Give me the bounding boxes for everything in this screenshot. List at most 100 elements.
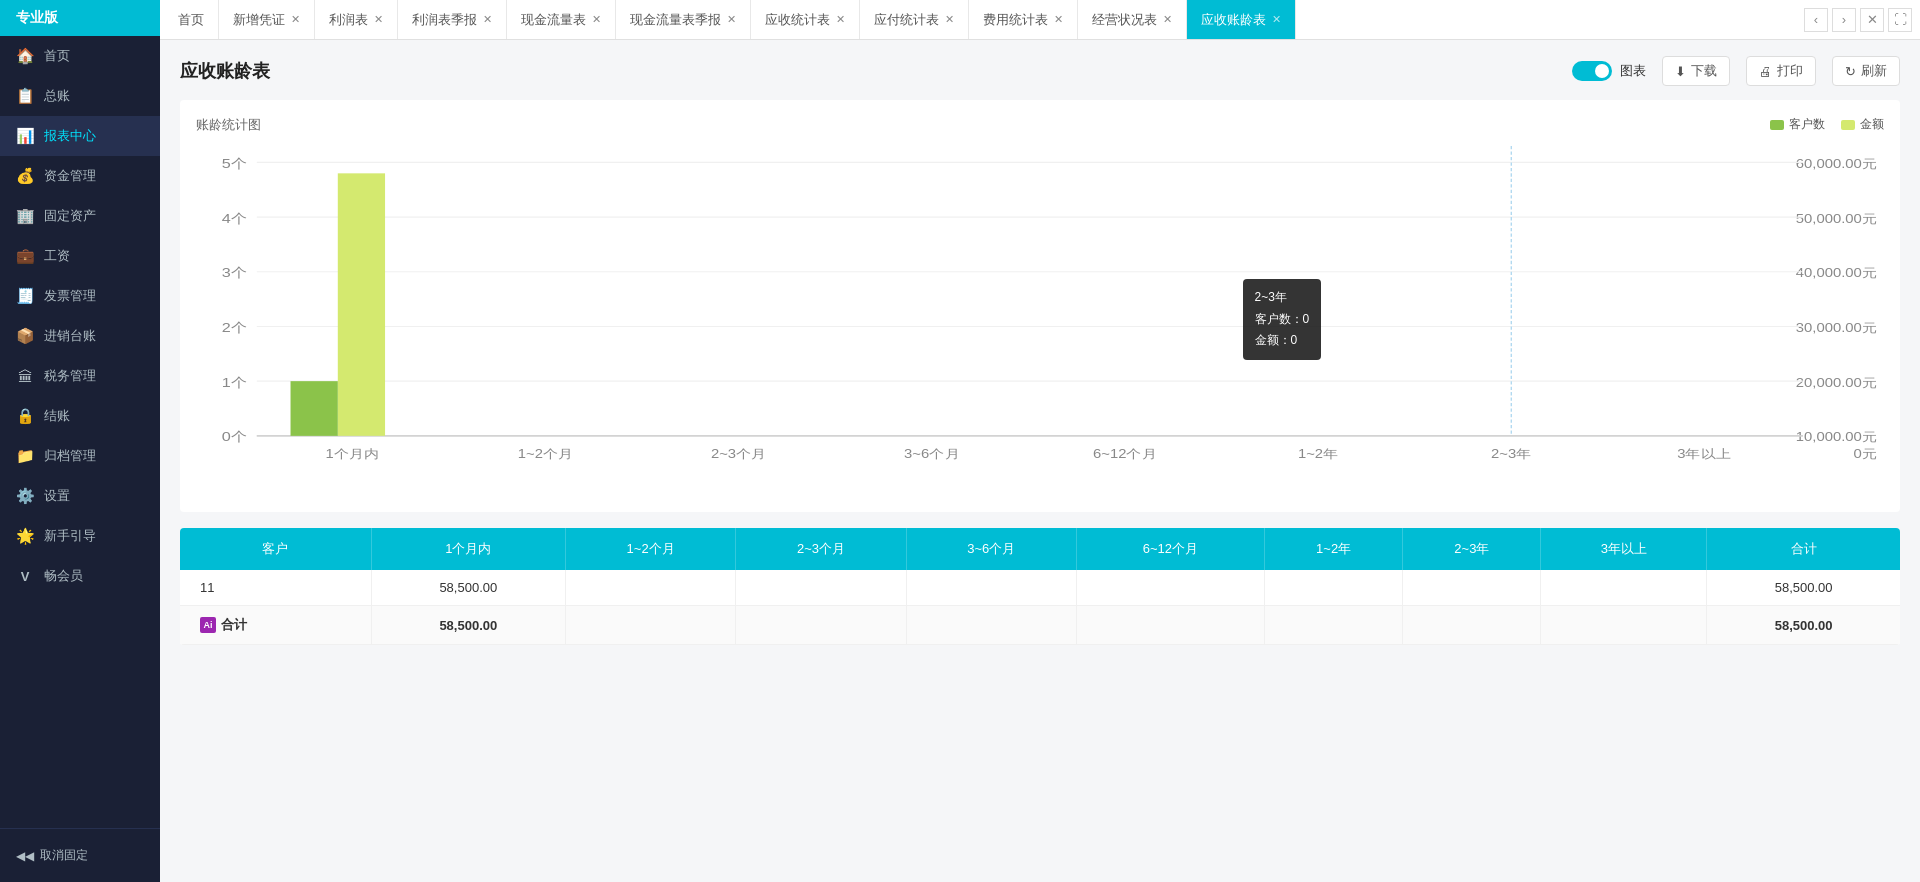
svg-text:40,000.00元: 40,000.00元 (1796, 267, 1877, 280)
sidebar-item-closing[interactable]: 🔒 结账 (0, 396, 160, 436)
refresh-label: 刷新 (1861, 62, 1887, 80)
legend-amount-color (1841, 120, 1855, 130)
sidebar: 专业版 🏠 首页 📋 总账 📊 报表中心 💰 资金管理 🏢 固定资产 💼 工资 … (0, 0, 160, 882)
td-total-m1: 58,500.00 (371, 606, 565, 645)
svg-text:0个: 0个 (222, 430, 247, 444)
sidebar-item-invoice[interactable]: 🧾 发票管理 (0, 276, 160, 316)
bar-customers-1 (291, 381, 338, 436)
sidebar-item-ledger[interactable]: 📋 总账 (0, 76, 160, 116)
svg-text:1~2年: 1~2年 (1298, 447, 1339, 460)
sidebar-collapse-btn[interactable]: ◀◀ 取消固定 (0, 837, 160, 874)
tab-ar-stat-label: 应收统计表 (765, 11, 830, 29)
chart-container: 5个 4个 3个 2个 1个 0个 60,000.00元 50,000.00元 … (196, 146, 1884, 496)
tab-ap-stat[interactable]: 应付统计表 ✕ (860, 0, 969, 40)
tab-cashflow-q[interactable]: 现金流量表季报 ✕ (616, 0, 751, 40)
chart-toggle[interactable] (1572, 61, 1612, 81)
svg-text:5个: 5个 (222, 156, 247, 170)
reports-icon: 📊 (16, 127, 34, 145)
td-m23 (736, 570, 906, 606)
tab-ar-aging[interactable]: 应收账龄表 ✕ (1187, 0, 1296, 40)
refresh-button[interactable]: ↻ 刷新 (1832, 56, 1900, 86)
td-total-m12 (566, 606, 736, 645)
svg-text:2~3个月: 2~3个月 (711, 447, 767, 460)
td-y23 (1403, 570, 1541, 606)
td-total-y3plus (1541, 606, 1707, 645)
chart-svg: 5个 4个 3个 2个 1个 0个 60,000.00元 50,000.00元 … (196, 146, 1884, 496)
header-actions: 图表 ⬇ 下载 🖨 打印 ↻ 刷新 (1572, 56, 1900, 86)
tab-profit-q-close[interactable]: ✕ (483, 13, 492, 26)
th-m12: 1~2个月 (566, 528, 736, 570)
print-button[interactable]: 🖨 打印 (1746, 56, 1816, 86)
tab-biz-status[interactable]: 经营状况表 ✕ (1078, 0, 1187, 40)
total-label: 合计 (221, 616, 247, 634)
chart-legend: 客户数 金额 (1770, 116, 1884, 133)
tab-home[interactable]: 首页 (164, 0, 219, 40)
sidebar-item-label: 首页 (44, 47, 70, 65)
sidebar-item-member[interactable]: V 畅会员 (0, 556, 160, 596)
svg-text:2~3年: 2~3年 (1491, 447, 1532, 460)
th-y3plus: 3年以上 (1541, 528, 1707, 570)
bar-amount-1 (338, 173, 385, 436)
legend-customer-count-color (1770, 120, 1784, 130)
fund-icon: 💰 (16, 167, 34, 185)
download-button[interactable]: ⬇ 下载 (1662, 56, 1730, 86)
svg-text:6~12个月: 6~12个月 (1093, 447, 1157, 460)
sidebar-bottom: ◀◀ 取消固定 (0, 828, 160, 882)
svg-text:0元: 0元 (1854, 447, 1878, 460)
tab-ar-aging-label: 应收账龄表 (1201, 11, 1266, 29)
tab-ar-aging-close[interactable]: ✕ (1272, 13, 1281, 26)
svg-text:60,000.00元: 60,000.00元 (1796, 157, 1877, 170)
svg-text:2个: 2个 (222, 320, 247, 334)
tab-ar-stat-close[interactable]: ✕ (836, 13, 845, 26)
print-icon: 🖨 (1759, 64, 1772, 79)
sidebar-item-salary[interactable]: 💼 工资 (0, 236, 160, 276)
legend-amount: 金额 (1841, 116, 1884, 133)
assets-icon: 🏢 (16, 207, 34, 225)
download-icon: ⬇ (1675, 64, 1686, 79)
tab-profit-q[interactable]: 利润表季报 ✕ (398, 0, 507, 40)
table-header-row: 客户 1个月内 1~2个月 2~3个月 3~6个月 6~12个月 1~2年 2~… (180, 528, 1900, 570)
legend-customer-count-label: 客户数 (1789, 116, 1825, 133)
chart-toggle-label: 图表 (1620, 62, 1646, 80)
td-total-y23 (1403, 606, 1541, 645)
tab-expense-close[interactable]: ✕ (1054, 13, 1063, 26)
tab-biz-status-label: 经营状况表 (1092, 11, 1157, 29)
tab-voucher[interactable]: 新增凭证 ✕ (219, 0, 315, 40)
tab-next-btn[interactable]: › (1832, 8, 1856, 32)
sidebar-item-label: 发票管理 (44, 287, 96, 305)
app-logo: 专业版 (0, 0, 160, 36)
sidebar-item-assets[interactable]: 🏢 固定资产 (0, 196, 160, 236)
tab-biz-status-close[interactable]: ✕ (1163, 13, 1172, 26)
td-m612 (1076, 570, 1264, 606)
tab-close-all-btn[interactable]: ✕ (1860, 8, 1884, 32)
th-customer: 客户 (180, 528, 371, 570)
sidebar-item-guide[interactable]: 🌟 新手引导 (0, 516, 160, 556)
svg-text:1个月内: 1个月内 (325, 447, 379, 460)
tab-expense[interactable]: 费用统计表 ✕ (969, 0, 1078, 40)
svg-text:10,000.00元: 10,000.00元 (1796, 431, 1877, 444)
sidebar-item-sales[interactable]: 📦 进销台账 (0, 316, 160, 356)
tab-profit-close[interactable]: ✕ (374, 13, 383, 26)
tab-ar-stat[interactable]: 应收统计表 ✕ (751, 0, 860, 40)
sidebar-item-fund[interactable]: 💰 资金管理 (0, 156, 160, 196)
td-total-m36 (906, 606, 1076, 645)
sidebar-item-tax[interactable]: 🏛 税务管理 (0, 356, 160, 396)
tab-prev-btn[interactable]: ‹ (1804, 8, 1828, 32)
tab-cashflow[interactable]: 现金流量表 ✕ (507, 0, 616, 40)
th-y23: 2~3年 (1403, 528, 1541, 570)
tab-expand-btn[interactable]: ⛶ (1888, 8, 1912, 32)
th-m36: 3~6个月 (906, 528, 1076, 570)
sidebar-item-archive[interactable]: 📁 归档管理 (0, 436, 160, 476)
svg-text:3个: 3个 (222, 266, 247, 280)
content-area: 应收账龄表 图表 ⬇ 下载 🖨 打印 ↻ 刷新 (160, 40, 1920, 882)
tab-ap-stat-close[interactable]: ✕ (945, 13, 954, 26)
tab-profit[interactable]: 利润表 ✕ (315, 0, 398, 40)
svg-text:1~2个月: 1~2个月 (518, 447, 574, 460)
sidebar-item-home[interactable]: 🏠 首页 (0, 36, 160, 76)
svg-text:50,000.00元: 50,000.00元 (1796, 212, 1877, 225)
tab-voucher-close[interactable]: ✕ (291, 13, 300, 26)
tab-cashflow-q-close[interactable]: ✕ (727, 13, 736, 26)
tab-cashflow-close[interactable]: ✕ (592, 13, 601, 26)
sidebar-item-settings[interactable]: ⚙️ 设置 (0, 476, 160, 516)
sidebar-item-reports[interactable]: 📊 报表中心 (0, 116, 160, 156)
